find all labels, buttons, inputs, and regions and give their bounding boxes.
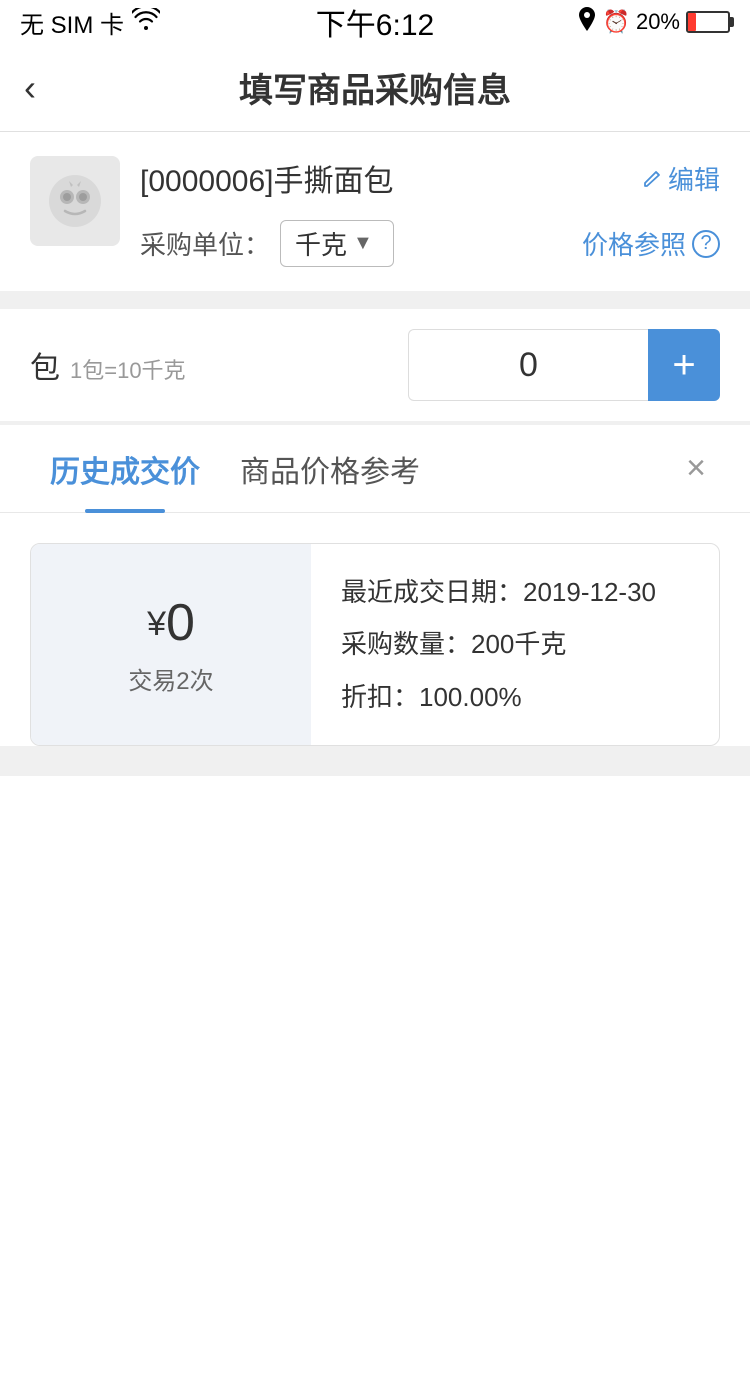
unit-value: 千克 xyxy=(295,225,347,262)
quantity-plus-button[interactable]: + xyxy=(648,329,720,401)
history-card-left: ¥0 交易2次 xyxy=(31,544,311,745)
status-right: ⏰ 20% xyxy=(577,7,730,37)
battery-icon xyxy=(686,11,730,33)
back-button[interactable]: ‹ xyxy=(24,67,36,109)
tab-product-price-label: 商品价格参考 xyxy=(240,447,420,491)
edit-icon xyxy=(642,167,664,189)
tabs-list: 历史成交价 商品价格参考 xyxy=(30,425,440,513)
price-value: 0 xyxy=(166,594,195,652)
quantity-value: 0 xyxy=(519,346,538,385)
status-time: 下午6:12 xyxy=(316,0,434,44)
product-logo xyxy=(30,156,120,246)
tabs-section: 历史成交价 商品价格参考 × ¥0 交易2次 最近成交日期：2019-12-30… xyxy=(0,425,750,746)
status-left: 无 SIM 卡 xyxy=(20,5,160,40)
nav-bar: ‹ 填写商品采购信息 xyxy=(0,44,750,132)
section-divider xyxy=(0,291,750,309)
history-trades: 交易2次 xyxy=(128,661,213,696)
carrier-text: 无 SIM 卡 xyxy=(20,5,124,40)
main-content xyxy=(0,776,750,1376)
tabs-header: 历史成交价 商品价格参考 × xyxy=(0,425,750,513)
plus-icon: + xyxy=(672,345,695,385)
alarm-icon: ⏰ xyxy=(603,9,630,35)
unit-dropdown-arrow: ▼ xyxy=(353,232,373,255)
page-title: 填写商品采购信息 xyxy=(239,63,511,112)
wifi-icon xyxy=(132,8,160,37)
unit-selector-group: 采购单位： 千克 ▼ xyxy=(140,220,394,267)
history-price: ¥0 xyxy=(147,593,195,653)
quantity-input[interactable]: 0 xyxy=(408,329,648,401)
location-icon xyxy=(577,7,597,37)
history-detail-date: 最近成交日期：2019-12-30 xyxy=(341,574,689,610)
edit-button[interactable]: 编辑 xyxy=(642,160,720,197)
product-section: [0000006]手撕面包 编辑 采购单位： 千克 ▼ 价格参照 xyxy=(0,132,750,291)
product-logo-icon xyxy=(45,171,105,231)
quantity-unit-label: 包 xyxy=(30,343,60,387)
unit-select[interactable]: 千克 ▼ xyxy=(280,220,394,267)
quantity-input-group: 0 + xyxy=(408,329,720,401)
currency-symbol: ¥ xyxy=(147,593,166,644)
product-name: [0000006]手撕面包 xyxy=(140,156,393,200)
history-detail-discount: 折扣：100.00% xyxy=(341,679,689,715)
price-ref-button[interactable]: 价格参照 ? xyxy=(582,225,720,262)
tab-active-underline xyxy=(85,509,165,513)
battery-text: 20% xyxy=(636,9,680,35)
product-unit-row: 采购单位： 千克 ▼ 价格参照 ? xyxy=(140,220,720,267)
tab-history-label: 历史成交价 xyxy=(50,447,200,491)
unit-label: 采购单位： xyxy=(140,225,270,262)
quantity-conversion-label: 1包=10千克 xyxy=(70,353,186,385)
history-card-right: 最近成交日期：2019-12-30 采购数量：200千克 折扣：100.00% xyxy=(311,544,719,745)
tab-product-price-ref[interactable]: 商品价格参考 xyxy=(220,425,440,513)
price-ref-help-icon: ? xyxy=(692,230,720,258)
price-ref-label: 价格参照 xyxy=(582,225,686,262)
product-header: [0000006]手撕面包 编辑 xyxy=(140,156,720,200)
status-bar: 无 SIM 卡 下午6:12 ⏰ 20% xyxy=(0,0,750,44)
product-info: [0000006]手撕面包 编辑 采购单位： 千克 ▼ 价格参照 xyxy=(140,156,720,267)
history-card: ¥0 交易2次 最近成交日期：2019-12-30 采购数量：200千克 折扣：… xyxy=(30,543,720,746)
tab-close-button[interactable]: × xyxy=(672,445,720,493)
history-detail-qty: 采购数量：200千克 xyxy=(341,626,689,662)
quantity-row: 包 1包=10千克 0 + xyxy=(0,309,750,421)
tab-history-price[interactable]: 历史成交价 xyxy=(30,425,220,513)
quantity-label-group: 包 1包=10千克 xyxy=(30,343,186,387)
